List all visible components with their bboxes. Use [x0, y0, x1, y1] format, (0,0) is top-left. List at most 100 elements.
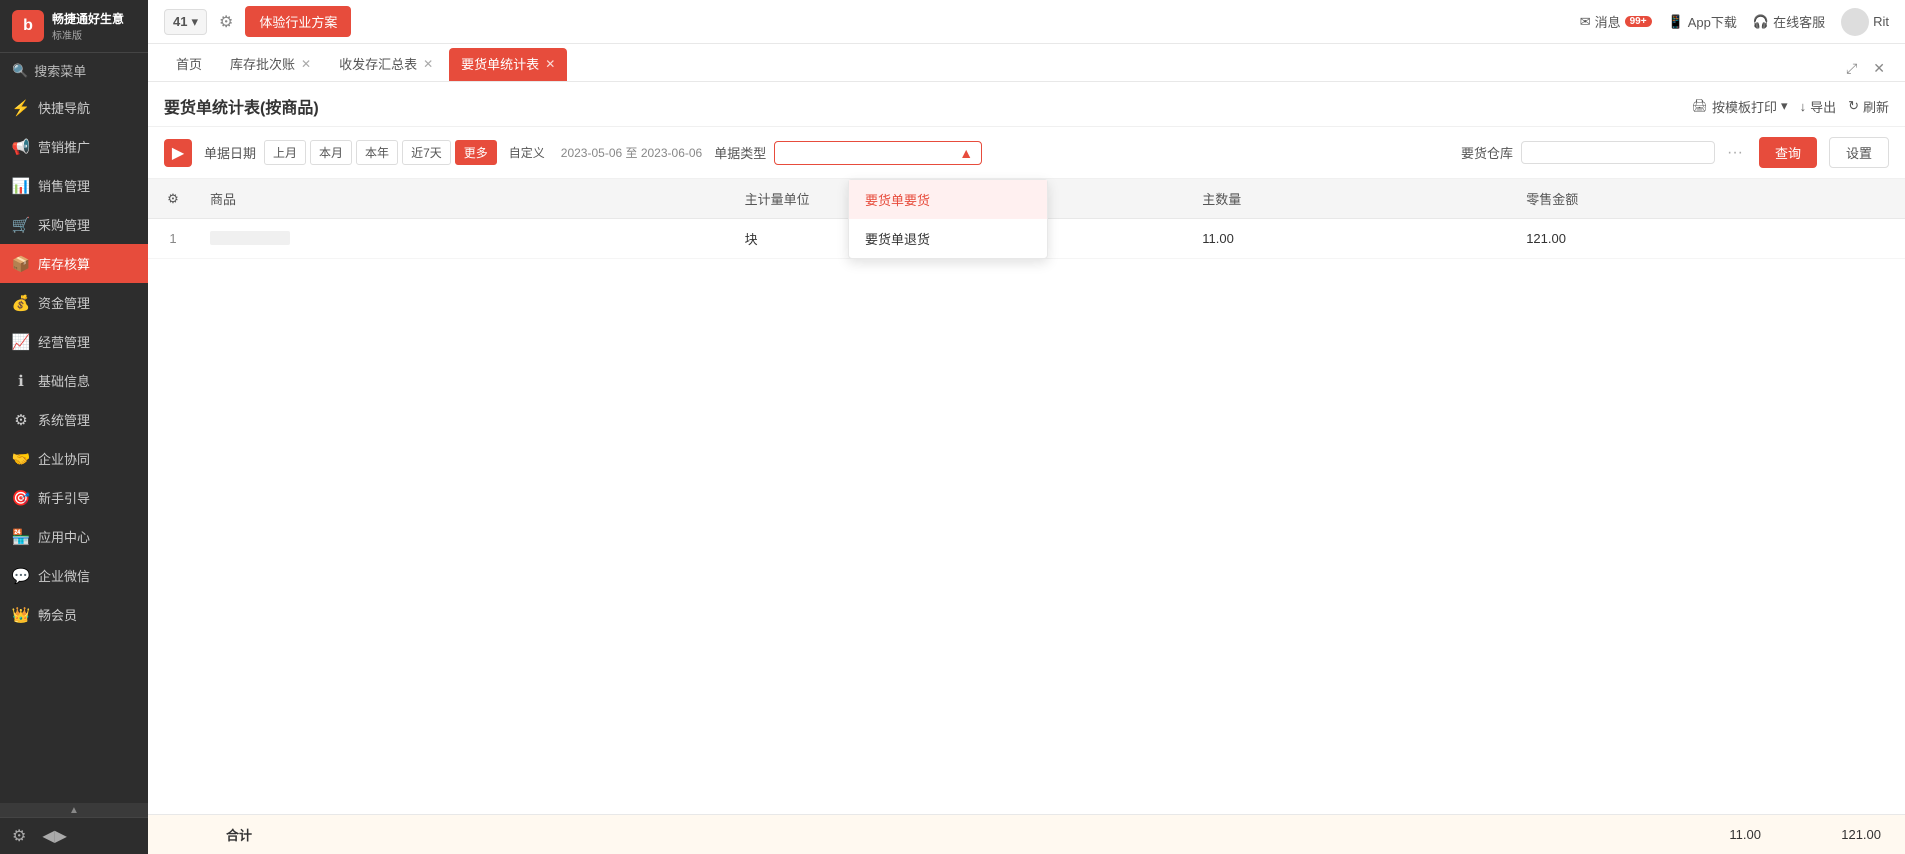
date-last-7-days[interactable]: 近7天: [402, 140, 451, 165]
sidebar-item-4[interactable]: 📦 库存核算: [0, 244, 148, 283]
export-button[interactable]: ↓ 导出: [1800, 97, 1837, 116]
logo-text: 畅捷通好生意 标准版: [52, 10, 124, 42]
sidebar-icon-5: 💰: [12, 294, 30, 312]
message-icon: ✉: [1580, 14, 1591, 30]
trial-button[interactable]: 体验行业方案: [245, 6, 351, 37]
date-more-button[interactable]: 更多: [455, 140, 497, 165]
sidebar-icon-4: 📦: [12, 255, 30, 273]
sidebar-item-5[interactable]: 💰资金管理: [0, 283, 148, 322]
warehouse-select-box[interactable]: [1521, 141, 1715, 164]
sidebar-item-2[interactable]: 📊销售管理: [0, 166, 148, 205]
col-header-product: 商品: [198, 179, 733, 219]
filter-settings-button[interactable]: 设置: [1829, 137, 1889, 168]
tab-close-all-icon[interactable]: ✕: [1869, 56, 1889, 81]
tab-maximize-icon[interactable]: ⤢: [1842, 56, 1861, 81]
type-select-arrow-icon[interactable]: ▲: [959, 145, 973, 161]
sidebar-search[interactable]: 🔍 搜索菜单: [0, 53, 148, 88]
topbar-gear-icon[interactable]: ⚙: [215, 8, 237, 36]
refresh-button[interactable]: ↻ 刷新: [1848, 97, 1889, 116]
warehouse-filter-group: 要货仓库 ···: [1461, 141, 1747, 164]
topbar-right: ✉ 消息 99+ 📱 App下载 🎧 在线客服 Rit: [1580, 8, 1889, 36]
footer-quantity: 11.00: [1613, 827, 1773, 842]
sidebar-item-label-10: 新手引导: [38, 488, 90, 507]
dropdown-item-order-return[interactable]: 要货单退货: [849, 219, 1047, 258]
tab-inventory-batch-label: 库存批次账: [230, 54, 295, 73]
sidebar-icon-11: 🏪: [12, 528, 30, 546]
app-title: 畅捷通好生意: [52, 10, 124, 27]
sidebar-item-label-4: 库存核算: [38, 254, 90, 273]
sidebar-item-label-13: 畅会员: [38, 605, 77, 624]
sidebar-scroll-up[interactable]: ▲: [0, 803, 148, 817]
date-this-month[interactable]: 本月: [310, 140, 352, 165]
tab-order-stats[interactable]: 要货单统计表 ✕: [449, 48, 567, 81]
filter-expand-button[interactable]: ▶: [164, 139, 192, 167]
query-button[interactable]: 查询: [1759, 137, 1817, 168]
tab-inventory-batch[interactable]: 库存批次账 ✕: [218, 48, 323, 81]
dropdown-item-order-goods[interactable]: 要货单要货: [849, 180, 1047, 219]
page-title: 要货单统计表(按商品): [164, 94, 319, 118]
sidebar-icon-1: 📢: [12, 138, 30, 156]
type-dropdown: 要货单要货 要货单退货: [848, 179, 1048, 259]
sidebar: b 畅捷通好生意 标准版 🔍 搜索菜单 ⚡快捷导航📢营销推广📊销售管理🛒采购管理…: [0, 0, 148, 854]
warehouse-label: 要货仓库: [1461, 143, 1513, 162]
footer-amount: 121.00: [1773, 827, 1893, 842]
sidebar-icon-10: 🎯: [12, 489, 30, 507]
table-container: ⚙ 商品 主计量单位 主数量 零售金额 1 块 11.00 121.00: [148, 179, 1905, 814]
sidebar-item-9[interactable]: 🤝企业协同: [0, 439, 148, 478]
filter-bar: ▶ 单据日期 上月 本月 本年 近7天 更多 自定义 2023-05-06 至 …: [148, 127, 1905, 179]
online-service-button[interactable]: 🎧 在线客服: [1753, 12, 1825, 31]
print-button[interactable]: 🖨 按模板打印 ▾: [1692, 97, 1788, 116]
collapse-icon[interactable]: ◀▶: [42, 826, 67, 846]
app-download-button[interactable]: 📱 App下载: [1668, 12, 1737, 31]
sidebar-icon-13: 👑: [12, 606, 30, 624]
date-range-display: 2023-05-06 至 2023-06-06: [561, 144, 702, 161]
tab-receive-summary[interactable]: 收发存汇总表 ✕: [327, 48, 445, 81]
tab-order-stats-close[interactable]: ✕: [545, 57, 555, 71]
col-header-settings[interactable]: ⚙: [148, 179, 198, 219]
sidebar-item-label-3: 采购管理: [38, 215, 90, 234]
topbar: 41 ▾ ⚙ 体验行业方案 ✉ 消息 99+ 📱 App下载 🎧 在线客服 R: [148, 0, 1905, 44]
sidebar-item-10[interactable]: 🎯 新手引导: [0, 478, 148, 517]
type-input[interactable]: [783, 145, 959, 160]
sidebar-item-label-1: 营销推广: [38, 137, 90, 156]
sidebar-icon-3: 🛒: [12, 216, 30, 234]
tabs-bar: 首页 库存批次账 ✕ 收发存汇总表 ✕ 要货单统计表 ✕ ⤢ ✕: [148, 44, 1905, 82]
sidebar-item-13[interactable]: 👑 畅会员: [0, 595, 148, 634]
footer-values: 11.00 121.00: [1613, 827, 1893, 842]
date-last-month[interactable]: 上月: [264, 140, 306, 165]
tab-home-label: 首页: [176, 54, 202, 73]
chevron-down-icon: ▾: [191, 14, 198, 30]
refresh-icon: ↻: [1848, 98, 1859, 114]
sidebar-item-0[interactable]: ⚡快捷导航: [0, 88, 148, 127]
sidebar-icon-2: 📊: [12, 177, 30, 195]
warehouse-more-icon[interactable]: ···: [1723, 142, 1747, 164]
tab-count: 41: [173, 14, 187, 29]
sidebar-item-3[interactable]: 🛒 采购管理: [0, 205, 148, 244]
sidebar-item-11[interactable]: 🏪应用中心: [0, 517, 148, 556]
date-filter-group: 单据日期 上月 本月 本年 近7天 更多 自定义 2023-05-06 至 20…: [204, 140, 702, 165]
sidebar-icon-7: ℹ: [12, 372, 30, 390]
user-avatar-button[interactable]: Rit: [1841, 8, 1889, 36]
tab-home[interactable]: 首页: [164, 48, 214, 81]
type-select-box[interactable]: ▲: [774, 141, 982, 165]
tab-count-selector[interactable]: 41 ▾: [164, 9, 207, 35]
app-subtitle: 标准版: [52, 27, 124, 42]
sidebar-icon-0: ⚡: [12, 99, 30, 117]
sidebar-item-6[interactable]: 📈经营管理: [0, 322, 148, 361]
sidebar-item-12[interactable]: 💬企业微信: [0, 556, 148, 595]
sidebar-item-8[interactable]: ⚙系统管理: [0, 400, 148, 439]
sidebar-item-label-6: 经营管理: [38, 332, 90, 351]
settings-icon[interactable]: ⚙: [12, 826, 26, 846]
date-custom-button[interactable]: 自定义: [501, 141, 553, 164]
tab-receive-summary-close[interactable]: ✕: [423, 57, 433, 71]
sidebar-item-7[interactable]: ℹ基础信息: [0, 361, 148, 400]
message-button[interactable]: ✉ 消息 99+: [1580, 12, 1652, 31]
search-icon: 🔍: [12, 63, 28, 79]
tab-inventory-batch-close[interactable]: ✕: [301, 57, 311, 71]
sidebar-item-1[interactable]: 📢 营销推广: [0, 127, 148, 166]
sidebar-bottom: ⚙ ◀▶: [0, 817, 148, 854]
cell-seq: 1: [148, 219, 198, 259]
warehouse-input[interactable]: [1530, 145, 1706, 160]
cell-product: [198, 219, 733, 259]
date-this-year[interactable]: 本年: [356, 140, 398, 165]
